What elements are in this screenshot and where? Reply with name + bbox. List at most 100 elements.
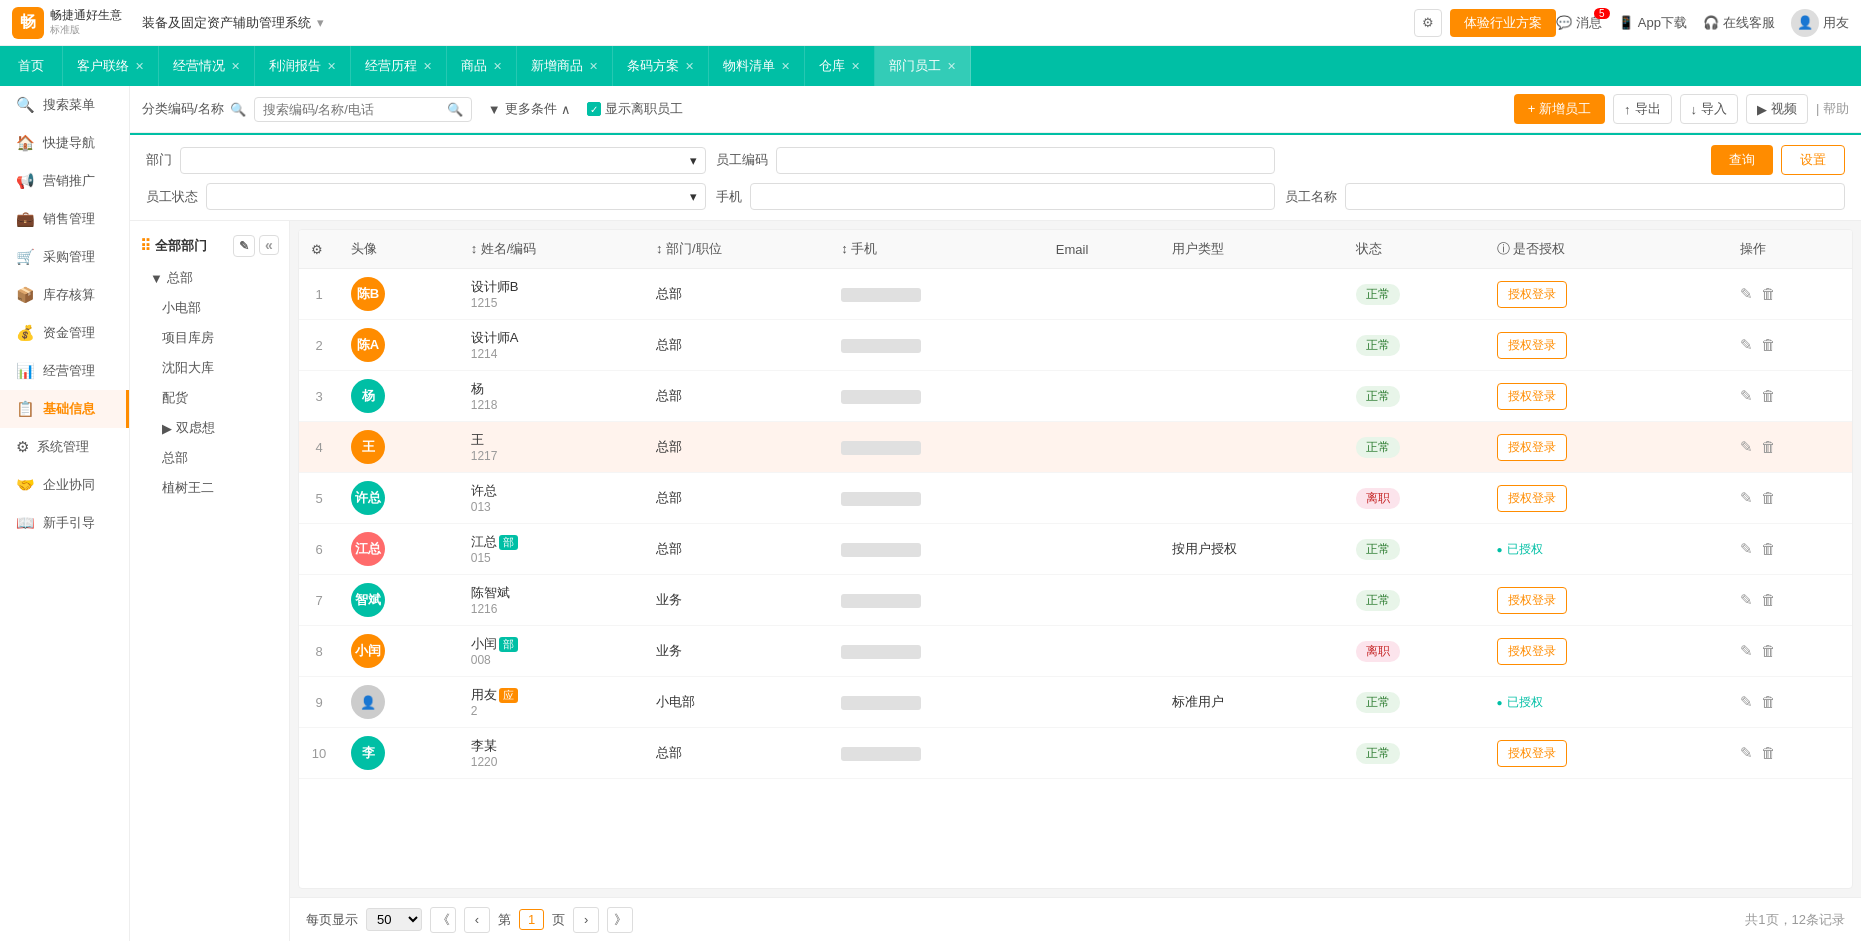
edit-icon[interactable]: ✎: [1740, 591, 1753, 609]
search-icon[interactable]: 🔍: [447, 102, 463, 117]
tab-goods[interactable]: 商品 ✕: [447, 46, 517, 86]
dept-item-sub-xd[interactable]: 小电部: [130, 293, 289, 323]
set-button[interactable]: 设置: [1781, 145, 1845, 175]
delete-icon[interactable]: 🗑: [1761, 438, 1776, 456]
dept-select[interactable]: ▾: [180, 147, 706, 174]
sidebar-item-sales[interactable]: 💼 销售管理: [0, 200, 129, 238]
user-button[interactable]: 👤 用友: [1791, 9, 1849, 37]
edit-icon[interactable]: ✎: [1740, 693, 1753, 711]
tab-add-goods[interactable]: 新增商品 ✕: [517, 46, 613, 86]
dept-item-sub-zs[interactable]: 植树王二: [130, 473, 289, 503]
close-icon[interactable]: ✕: [589, 60, 598, 73]
dept-item-sub-ph[interactable]: 配货: [130, 383, 289, 413]
sidebar-item-inventory[interactable]: 📦 库存核算: [0, 276, 129, 314]
close-icon[interactable]: ✕: [685, 60, 694, 73]
import-button[interactable]: ↓ 导入: [1680, 94, 1739, 124]
app-download-button[interactable]: 📱 App下载: [1618, 14, 1687, 32]
tab-profit[interactable]: 利润报告 ✕: [255, 46, 351, 86]
close-icon[interactable]: ✕: [781, 60, 790, 73]
dept-item-sub-sl[interactable]: ▶ 双虑想: [130, 413, 289, 443]
close-icon[interactable]: ✕: [851, 60, 860, 73]
delete-icon[interactable]: 🗑: [1761, 540, 1776, 558]
dept-item-head[interactable]: ▼ 总部: [130, 263, 289, 293]
export-button[interactable]: ↑ 导出: [1613, 94, 1672, 124]
sidebar-item-collab[interactable]: 🤝 企业协同: [0, 466, 129, 504]
trial-button[interactable]: 体验行业方案: [1450, 9, 1556, 37]
auth-login-button[interactable]: 授权登录: [1497, 587, 1567, 614]
sidebar-item-management[interactable]: 📊 经营管理: [0, 352, 129, 390]
sidebar-item-guide[interactable]: 📖 新手引导: [0, 504, 129, 542]
auth-login-button[interactable]: 授权登录: [1497, 383, 1567, 410]
sidebar-item-system[interactable]: ⚙ 系统管理: [0, 428, 129, 466]
delete-icon[interactable]: 🗑: [1761, 387, 1776, 405]
sidebar-item-purchase[interactable]: 🛒 采购管理: [0, 238, 129, 276]
sidebar-item-basic[interactable]: 📋 基础信息: [0, 390, 129, 428]
close-icon[interactable]: ✕: [947, 60, 956, 73]
classify-search-icon[interactable]: 🔍: [230, 102, 246, 117]
emp-code-input[interactable]: [776, 147, 1276, 174]
tab-warehouse[interactable]: 仓库 ✕: [805, 46, 875, 86]
edit-icon[interactable]: ✎: [1740, 438, 1753, 456]
last-page-button[interactable]: 》: [607, 907, 633, 933]
tab-home[interactable]: 首页: [0, 46, 63, 86]
edit-icon[interactable]: ✎: [1740, 489, 1753, 507]
tab-department[interactable]: 部门员工 ✕: [875, 46, 971, 86]
edit-icon[interactable]: ✎: [1740, 285, 1753, 303]
settings-col-header[interactable]: ⚙: [299, 230, 339, 269]
sidebar-item-marketing[interactable]: 📢 营销推广: [0, 162, 129, 200]
phone-input[interactable]: [750, 183, 1276, 210]
more-filter-button[interactable]: ▼ 更多条件 ∧: [480, 96, 579, 122]
edit-icon[interactable]: ✎: [1740, 336, 1753, 354]
close-icon[interactable]: ✕: [231, 60, 240, 73]
auth-login-button[interactable]: 授权登录: [1497, 281, 1567, 308]
tab-history[interactable]: 经营历程 ✕: [351, 46, 447, 86]
auth-login-button[interactable]: 授权登录: [1497, 740, 1567, 767]
edit-icon[interactable]: ✎: [1740, 540, 1753, 558]
edit-icon[interactable]: ✎: [1740, 642, 1753, 660]
delete-icon[interactable]: 🗑: [1761, 591, 1776, 609]
dept-item-sub-zb[interactable]: 总部: [130, 443, 289, 473]
close-icon[interactable]: ✕: [327, 60, 336, 73]
search-input[interactable]: [263, 102, 443, 117]
delete-icon[interactable]: 🗑: [1761, 285, 1776, 303]
sidebar-item-search[interactable]: 🔍 搜索菜单: [0, 86, 129, 124]
page-size-select[interactable]: 50 20 100: [366, 908, 422, 931]
emp-status-select[interactable]: ▾: [206, 183, 706, 210]
auth-login-button[interactable]: 授权登录: [1497, 485, 1567, 512]
prev-page-button[interactable]: ‹: [464, 907, 490, 933]
help-text[interactable]: | 帮助: [1816, 100, 1849, 118]
dept-col-header[interactable]: ↕ 部门/职位: [644, 230, 829, 269]
name-col-header[interactable]: ↕ 姓名/编码: [459, 230, 644, 269]
query-button[interactable]: 查询: [1711, 145, 1773, 175]
tab-bom[interactable]: 物料清单 ✕: [709, 46, 805, 86]
dropdown-arrow-icon[interactable]: ▾: [317, 15, 324, 30]
video-button[interactable]: ▶ 视频: [1746, 94, 1808, 124]
close-icon[interactable]: ✕: [493, 60, 502, 73]
gear-button[interactable]: ⚙: [1414, 9, 1442, 37]
edit-icon[interactable]: ✎: [1740, 387, 1753, 405]
tab-operations[interactable]: 经营情况 ✕: [159, 46, 255, 86]
first-page-button[interactable]: 《: [430, 907, 456, 933]
auth-login-button[interactable]: 授权登录: [1497, 638, 1567, 665]
dept-edit-icon[interactable]: ✎: [233, 235, 255, 257]
auth-login-button[interactable]: 授权登录: [1497, 332, 1567, 359]
phone-col-header[interactable]: ↕ 手机: [829, 230, 1044, 269]
sidebar-item-finance[interactable]: 💰 资金管理: [0, 314, 129, 352]
tab-barcode[interactable]: 条码方案 ✕: [613, 46, 709, 86]
next-page-button[interactable]: ›: [573, 907, 599, 933]
delete-icon[interactable]: 🗑: [1761, 336, 1776, 354]
dept-item-sub-sy[interactable]: 沈阳大库: [130, 353, 289, 383]
close-icon[interactable]: ✕: [135, 60, 144, 73]
tab-customer[interactable]: 客户联络 ✕: [63, 46, 159, 86]
message-button[interactable]: 💬 消息 5: [1556, 14, 1602, 32]
emp-name-input[interactable]: [1345, 183, 1845, 210]
show-archived-toggle[interactable]: ✓ 显示离职员工: [587, 100, 683, 118]
delete-icon[interactable]: 🗑: [1761, 642, 1776, 660]
service-button[interactable]: 🎧 在线客服: [1703, 14, 1775, 32]
collapse-button[interactable]: «: [259, 235, 279, 255]
sidebar-item-nav[interactable]: 🏠 快捷导航: [0, 124, 129, 162]
edit-icon[interactable]: ✎: [1740, 744, 1753, 762]
delete-icon[interactable]: 🗑: [1761, 489, 1776, 507]
delete-icon[interactable]: 🗑: [1761, 744, 1776, 762]
add-employee-button[interactable]: + 新增员工: [1514, 94, 1605, 124]
